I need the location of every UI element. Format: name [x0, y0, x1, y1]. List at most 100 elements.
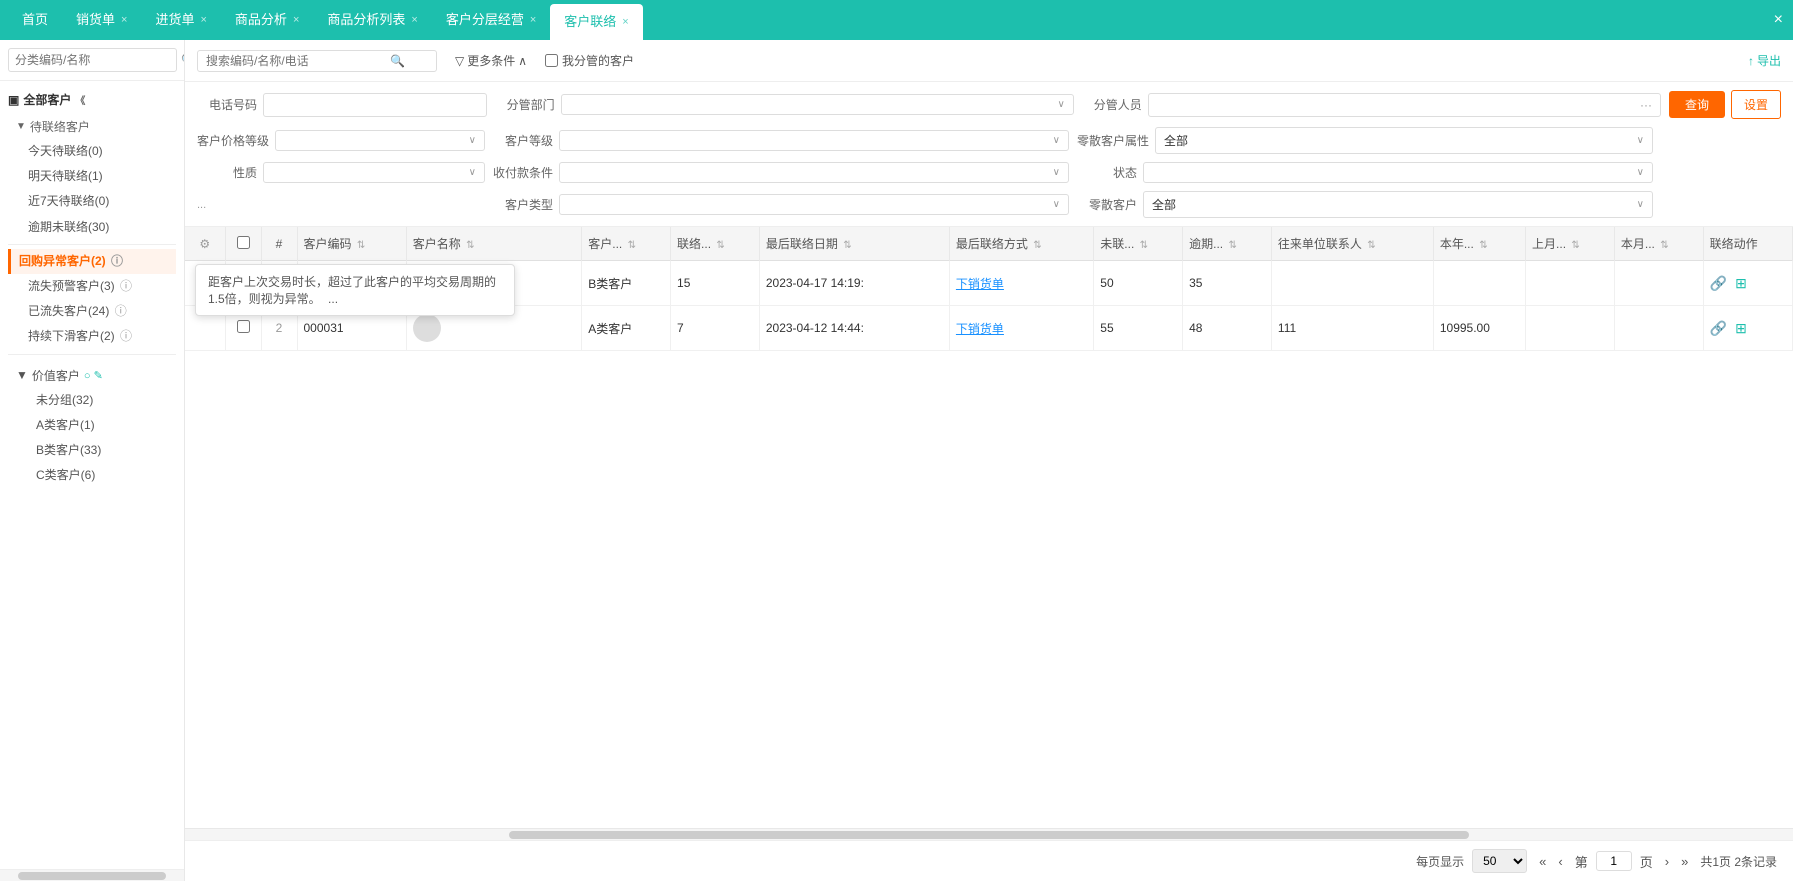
contact-method-link[interactable]: 下销货单 [956, 277, 1004, 291]
sidebar-item-overdue[interactable]: 逾期未联络(30) [8, 215, 176, 240]
row-checkbox[interactable] [237, 320, 250, 333]
collapse-icon[interactable]: 《 [75, 92, 85, 107]
this-month-sort-icon[interactable]: ⇅ [1660, 240, 1668, 251]
per-page-select[interactable]: 50 100 200 [1472, 849, 1527, 873]
row-last-month [1526, 306, 1615, 351]
sidebar-item-classC[interactable]: C类客户(6) [16, 463, 168, 488]
col-num: # [261, 227, 297, 261]
tab-customer-contact[interactable]: 客户联络 × [550, 4, 642, 40]
my-customers-check[interactable] [545, 54, 558, 67]
col-last-contact-date: 最后联络日期 ⇅ [759, 227, 949, 261]
sidebar-item-declining[interactable]: 持续下滑客户(2) ⓘ [8, 324, 176, 349]
tab-purchase[interactable]: 进货单 × [141, 0, 220, 40]
person-dots-icon[interactable]: ··· [1640, 98, 1652, 112]
gear-icon[interactable]: ⚙ [199, 237, 210, 251]
contact-grid-icon[interactable]: ⊞ [1735, 320, 1747, 337]
name-sort-icon[interactable]: ⇅ [466, 240, 474, 251]
filter-dept: 分管部门 ∨ [495, 94, 1074, 115]
sidebar-item-classB[interactable]: B类客户(33) [16, 438, 168, 463]
more-dots-icon[interactable]: ... [197, 199, 206, 211]
tab-home[interactable]: 首页 [8, 0, 62, 40]
sidebar-value-customer-title: ▼ 价值客户 ○ ✎ [16, 363, 168, 388]
pagination: 每页显示 50 100 200 « ‹ 第 页 › » 共1页 2条记录 [185, 840, 1793, 881]
close-sales-tab[interactable]: × [121, 0, 127, 40]
col-not-contact: 未联... ⇅ [1094, 227, 1183, 261]
page-unit: 页 [1636, 850, 1657, 873]
more-filter-button[interactable]: ▽ 更多条件 ∧ [447, 48, 535, 73]
first-page-button[interactable]: « [1535, 852, 1550, 871]
status-select[interactable]: ∨ [1143, 162, 1653, 183]
contact-count-sort-icon[interactable]: ⇅ [716, 240, 724, 251]
row-overdue: 48 [1183, 306, 1272, 351]
method-sort-icon[interactable]: ⇅ [1033, 240, 1041, 251]
payment-label: 收付款条件 [493, 164, 553, 181]
sidebar-bottom-scrollbar [0, 869, 184, 881]
tab-customer-tier[interactable]: 客户分层经营 × [432, 0, 550, 40]
search-input[interactable] [206, 54, 386, 68]
gender-select[interactable]: ∨ [263, 162, 485, 183]
sidebar-item-classA[interactable]: A类客户(1) [16, 413, 168, 438]
sidebar-item-abnormal[interactable]: 回购异常客户(2) ⓘ [8, 249, 176, 274]
type-sort-icon[interactable]: ⇅ [628, 240, 636, 251]
retail-customer-select[interactable]: 全部 ∨ [1143, 191, 1653, 218]
close-product-analysis-tab[interactable]: × [293, 0, 299, 40]
main-layout: 🔍 ▣ 全部客户 《 ▼ 待联络客户 今天待联络(0) [0, 40, 1793, 881]
sidebar-item-churned[interactable]: 已流失客户(24) ⓘ [8, 299, 176, 324]
sidebar-item-churn-warning[interactable]: 流失预警客户(3) ⓘ [8, 274, 176, 299]
tab-sales[interactable]: 销货单 × [62, 0, 141, 40]
person-select[interactable]: ··· [1148, 93, 1661, 117]
dept-select[interactable]: ∨ [561, 94, 1074, 115]
sidebar-search-input[interactable] [8, 48, 177, 72]
filter-more-dots: ... [197, 199, 485, 211]
my-customers-checkbox: 我分管的客户 [545, 52, 634, 69]
not-contact-sort-icon[interactable]: ⇅ [1140, 240, 1148, 251]
tab-product-analysis[interactable]: 商品分析 × [221, 0, 313, 40]
edit-value-customer-icon[interactable]: ○ ✎ [84, 369, 103, 382]
contact-grid-icon[interactable]: ⊞ [1735, 275, 1747, 292]
close-customer-contact-tab[interactable]: × [622, 4, 628, 40]
last-page-button[interactable]: » [1677, 852, 1692, 871]
export-icon: ↑ [1748, 54, 1754, 68]
tab-product-list[interactable]: 商品分析列表 × [313, 0, 431, 40]
date-sort-icon[interactable]: ⇅ [843, 240, 851, 251]
gender-label: 性质 [197, 164, 257, 181]
close-product-list-tab[interactable]: × [411, 0, 417, 40]
close-purchase-tab[interactable]: × [200, 0, 206, 40]
close-main-button[interactable]: × [1774, 11, 1783, 29]
price-level-select[interactable]: ∨ [275, 130, 485, 151]
sidebar-pending-title[interactable]: ▼ 待联络客户 [8, 114, 176, 139]
table-container: ⚙ # 客户编码 ⇅ 客户名称 ⇅ [185, 227, 1793, 828]
prev-page-button[interactable]: ‹ [1554, 852, 1566, 871]
sidebar-item-tomorrow[interactable]: 明天待联络(1) [8, 164, 176, 189]
page-input[interactable] [1596, 851, 1632, 871]
last-month-sort-icon[interactable]: ⇅ [1571, 240, 1579, 251]
contact-link-icon[interactable]: 🔗 [1710, 320, 1727, 337]
settings-button[interactable]: 设置 [1731, 90, 1781, 119]
search-icon[interactable]: 🔍 [390, 54, 405, 68]
row-this-month [1614, 261, 1703, 306]
export-button[interactable]: ↑ 导出 [1748, 52, 1781, 69]
customer-level-select[interactable]: ∨ [559, 130, 1069, 151]
horizontal-scrollbar[interactable] [185, 828, 1793, 840]
customer-type-select[interactable]: ∨ [559, 194, 1069, 215]
payment-select[interactable]: ∨ [559, 162, 1069, 183]
sidebar-item-ungrouped[interactable]: 未分组(32) [16, 388, 168, 413]
retail-attr-arrow-icon: ∨ [1637, 135, 1644, 146]
status-arrow-icon: ∨ [1637, 167, 1644, 178]
close-customer-tier-tab[interactable]: × [530, 0, 536, 40]
code-sort-icon[interactable]: ⇅ [357, 240, 365, 251]
next-page-button[interactable]: › [1661, 852, 1673, 871]
select-all-checkbox[interactable] [237, 236, 250, 249]
query-button[interactable]: 查询 [1669, 91, 1725, 118]
retail-attr-select[interactable]: 全部 ∨ [1155, 127, 1653, 154]
phone-input[interactable] [263, 93, 487, 117]
sidebar-item-7days[interactable]: 近7天待联络(0) [8, 189, 176, 214]
this-year-sort-icon[interactable]: ⇅ [1479, 240, 1487, 251]
contact-link-icon[interactable]: 🔗 [1710, 275, 1727, 292]
col-customer-name: 客户名称 ⇅ [406, 227, 581, 261]
sidebar-item-today[interactable]: 今天待联络(0) [8, 139, 176, 164]
overdue-sort-icon[interactable]: ⇅ [1228, 240, 1236, 251]
sidebar-all-customers-title[interactable]: ▣ 全部客户 《 [8, 87, 176, 112]
person-sort-icon[interactable]: ⇅ [1367, 240, 1375, 251]
contact-method-link[interactable]: 下销货单 [956, 322, 1004, 336]
